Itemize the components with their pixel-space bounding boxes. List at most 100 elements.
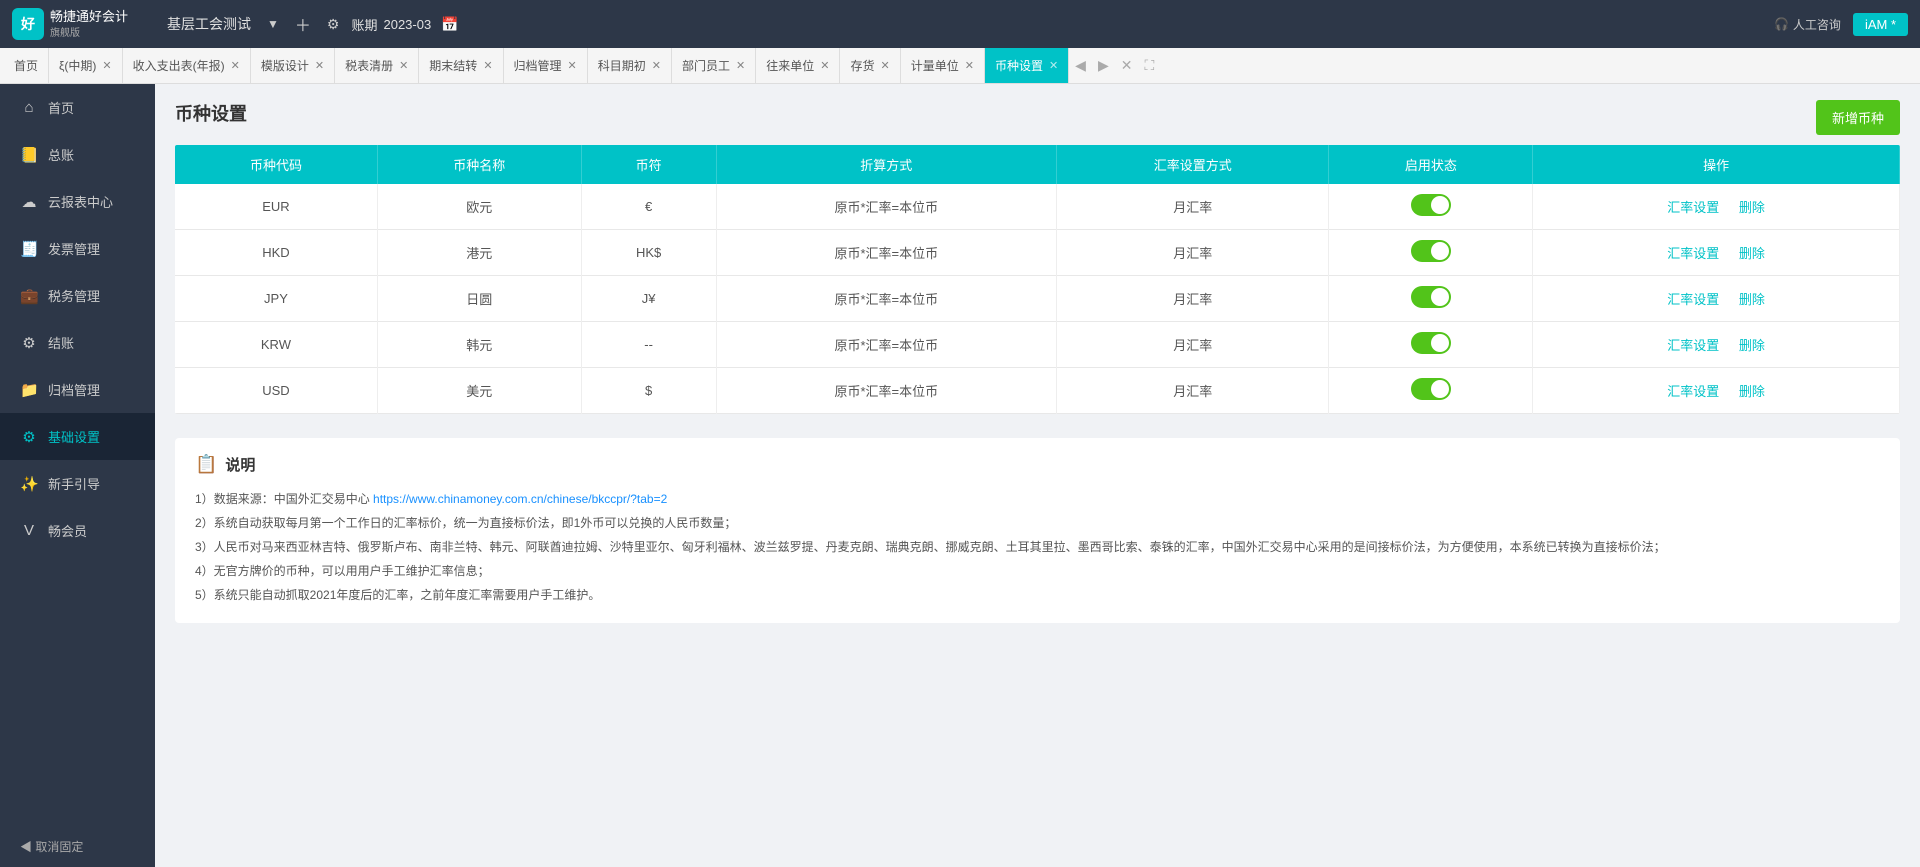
cell-symbol-3: -- (581, 322, 716, 368)
tab-tax[interactable]: 税表清册 ✕ (335, 48, 419, 84)
tab-currency[interactable]: 币种设置 ✕ (985, 48, 1069, 84)
rate-setting-link-2[interactable]: 汇率设置 (1667, 292, 1719, 307)
close-period-icon: ⚙ (20, 334, 38, 352)
rate-setting-link-4[interactable]: 汇率设置 (1667, 384, 1719, 399)
rate-setting-link-0[interactable]: 汇率设置 (1667, 200, 1719, 215)
main-layout: ⌂ 首页 📒 总账 ☁ 云报表中心 🧾 发票管理 💼 税务管理 ⚙ 结账 (0, 84, 1920, 867)
member-icon: V (20, 522, 38, 539)
cell-action-3: 汇率设置 删除 (1533, 322, 1900, 368)
tab-dept[interactable]: 部门员工 ✕ (672, 48, 756, 84)
tab-stock[interactable]: 存货 ✕ (840, 48, 900, 84)
table-row: HKD 港元 HK$ 原币*汇率=本位币 月汇率 汇率设置 删除 (175, 230, 1900, 276)
delete-link-3[interactable]: 删除 (1739, 338, 1765, 353)
company-settings-icon[interactable]: ⚙ (327, 16, 340, 33)
cell-convert-2: 原币*汇率=本位币 (716, 276, 1056, 322)
cloud-icon: ☁ (20, 193, 38, 211)
tab-unit[interactable]: 计量单位 ✕ (901, 48, 985, 84)
cell-symbol-1: HK$ (581, 230, 716, 276)
tab-maximize-button[interactable]: ⛶ (1138, 53, 1160, 78)
tab-home[interactable]: 首页 (4, 48, 49, 84)
tab-partner[interactable]: 往来单位 ✕ (756, 48, 840, 84)
col-code: 币种代码 (175, 145, 377, 184)
tab-close-unit[interactable]: ✕ (965, 59, 974, 72)
notice-item-3: 3）人民币对马来西亚林吉特、俄罗斯卢布、南非兰特、韩元、阿联酋迪拉姆、沙特里亚尔… (195, 535, 1880, 559)
settings-icon: ⚙ (20, 428, 38, 446)
tab-close-stock[interactable]: ✕ (880, 59, 889, 72)
col-action: 操作 (1533, 145, 1900, 184)
sidebar-item-reports[interactable]: ☁ 云报表中心 (0, 178, 155, 225)
tab-period-end[interactable]: 期末结转 ✕ (419, 48, 503, 84)
toggle-enabled-1[interactable] (1411, 240, 1451, 262)
tab-close-all-button[interactable]: ✕ (1115, 53, 1139, 78)
toggle-enabled-0[interactable] (1411, 194, 1451, 216)
sidebar-item-close[interactable]: ⚙ 结账 (0, 319, 155, 366)
delete-link-1[interactable]: 删除 (1739, 246, 1765, 261)
cell-code-2: JPY (175, 276, 377, 322)
currency-table: 币种代码 币种名称 币符 折算方式 汇率设置方式 启用状态 操作 EUR 欧元 … (175, 145, 1900, 414)
sidebar-item-archive[interactable]: 📁 归档管理 (0, 366, 155, 413)
help-button[interactable]: 🎧 人工咨询 (1774, 16, 1841, 33)
table-row: KRW 韩元 -- 原币*汇率=本位币 月汇率 汇率设置 删除 (175, 322, 1900, 368)
tab-income[interactable]: 收入支出表(年报) ✕ (123, 48, 251, 84)
calendar-icon[interactable]: 📅 (441, 16, 458, 33)
notice-item-5: 5）系统只能自动抓取2021年度后的汇率，之前年度汇率需要用户手工维护。 (195, 583, 1880, 607)
cell-code-1: HKD (175, 230, 377, 276)
toggle-enabled-3[interactable] (1411, 332, 1451, 354)
cell-status-2 (1329, 276, 1533, 322)
rate-setting-link-3[interactable]: 汇率设置 (1667, 338, 1719, 353)
tab-close-archive[interactable]: ✕ (568, 59, 577, 72)
cell-symbol-0: € (581, 184, 716, 230)
tab-archive[interactable]: 归档管理 ✕ (504, 48, 588, 84)
page-title: 币种设置 (175, 100, 1900, 126)
notice-link[interactable]: https://www.chinamoney.com.cn/chinese/bk… (373, 492, 667, 506)
table-header-row: 币种代码 币种名称 币符 折算方式 汇率设置方式 启用状态 操作 (175, 145, 1900, 184)
tab-close-partner[interactable]: ✕ (820, 59, 829, 72)
company-name: 基层工会测试 (167, 14, 251, 34)
header-actions: 🎧 人工咨询 iAM * (1774, 13, 1908, 36)
tab-close-template[interactable]: ✕ (315, 59, 324, 72)
tab-prev-button[interactable]: ◀ (1069, 53, 1092, 78)
add-company-icon[interactable]: ＋ (295, 12, 311, 36)
cell-rate-type-2: 月汇率 (1056, 276, 1329, 322)
tab-template[interactable]: 模版设计 ✕ (251, 48, 335, 84)
tab-close-income[interactable]: ✕ (231, 59, 240, 72)
tab-close-subject[interactable]: ✕ (652, 59, 661, 72)
cell-status-4 (1329, 368, 1533, 414)
sidebar-item-member[interactable]: V 畅会员 (0, 507, 155, 554)
delete-link-2[interactable]: 删除 (1739, 292, 1765, 307)
sidebar: ⌂ 首页 📒 总账 ☁ 云报表中心 🧾 发票管理 💼 税务管理 ⚙ 结账 (0, 84, 155, 867)
toggle-enabled-4[interactable] (1411, 378, 1451, 400)
logo-icon: 好 (12, 8, 44, 40)
currency-table-container: 币种代码 币种名称 币符 折算方式 汇率设置方式 启用状态 操作 EUR 欧元 … (175, 145, 1900, 414)
cell-rate-type-1: 月汇率 (1056, 230, 1329, 276)
tab-next-button[interactable]: ▶ (1092, 53, 1115, 78)
delete-link-0[interactable]: 删除 (1739, 200, 1765, 215)
tab-close-tax[interactable]: ✕ (399, 59, 408, 72)
tab-close-currency[interactable]: ✕ (1049, 59, 1058, 72)
sidebar-item-guide[interactable]: ✨ 新手引导 (0, 460, 155, 507)
cell-action-1: 汇率设置 删除 (1533, 230, 1900, 276)
cell-rate-type-4: 月汇率 (1056, 368, 1329, 414)
tab-close-balance[interactable]: ✕ (102, 59, 111, 72)
sidebar-item-tax[interactable]: 💼 税务管理 (0, 272, 155, 319)
content-area: 新增币种 币种设置 币种代码 币种名称 币符 折算方式 汇率设置方式 启用状态 … (155, 84, 1920, 867)
delete-link-4[interactable]: 删除 (1739, 384, 1765, 399)
sidebar-collapse-button[interactable]: ◀ 取消固定 (0, 826, 155, 867)
tab-balance[interactable]: ξ(中期) ✕ (49, 48, 123, 84)
tab-close-period-end[interactable]: ✕ (483, 59, 492, 72)
tab-subject[interactable]: 科目期初 ✕ (588, 48, 672, 84)
toggle-enabled-2[interactable] (1411, 286, 1451, 308)
app-name: 畅捷通好会计 (50, 9, 128, 25)
company-dropdown-icon[interactable]: ▼ (267, 17, 279, 31)
sidebar-item-ledger[interactable]: 📒 总账 (0, 131, 155, 178)
cell-rate-type-3: 月汇率 (1056, 322, 1329, 368)
col-symbol: 币符 (581, 145, 716, 184)
tab-close-dept[interactable]: ✕ (736, 59, 745, 72)
sidebar-item-settings[interactable]: ⚙ 基础设置 (0, 413, 155, 460)
add-currency-button[interactable]: 新增币种 (1816, 100, 1900, 135)
sidebar-item-invoice[interactable]: 🧾 发票管理 (0, 225, 155, 272)
account-button[interactable]: iAM * (1853, 13, 1908, 36)
sidebar-item-home[interactable]: ⌂ 首页 (0, 84, 155, 131)
notice-icon: 📋 (195, 454, 217, 475)
rate-setting-link-1[interactable]: 汇率设置 (1667, 246, 1719, 261)
